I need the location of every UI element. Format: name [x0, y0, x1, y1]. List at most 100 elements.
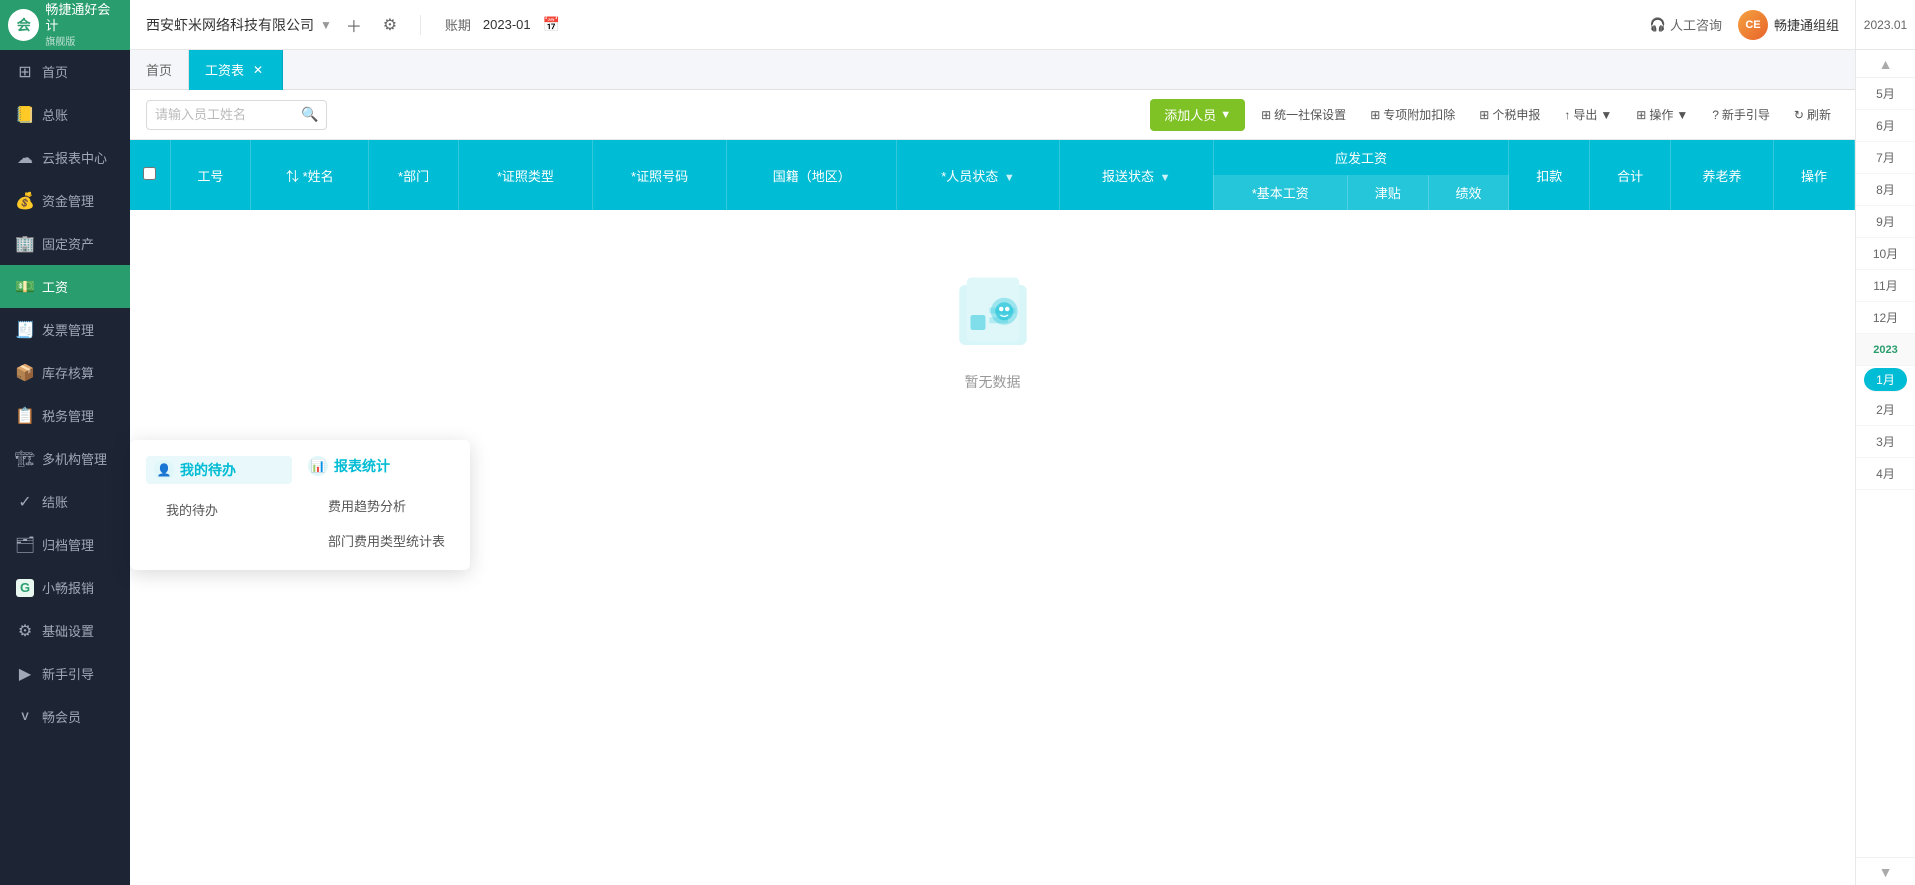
sidebar-item-settlement[interactable]: ✓ 结账	[0, 480, 130, 523]
add-btn-arrow-icon: ▼	[1220, 109, 1231, 121]
sidebar-item-label: 资金管理	[42, 191, 94, 210]
home-icon: ⊞	[16, 63, 34, 81]
operation-button[interactable]: ⊞ 操作 ▼	[1628, 100, 1696, 130]
sidebar-item-fund[interactable]: 💰 资金管理	[0, 179, 130, 222]
logo-text: 畅捷通好会计	[45, 2, 122, 33]
settings-button[interactable]: ⚙	[376, 11, 404, 39]
new-guide-button[interactable]: ? 新手引导	[1704, 100, 1778, 130]
export-button[interactable]: ↑ 导出 ▼	[1556, 100, 1620, 130]
add-employee-button[interactable]: 添加人员 ▼	[1150, 99, 1245, 131]
month-item-oct[interactable]: 10月	[1856, 238, 1915, 270]
sidebar-item-fixed-assets[interactable]: 🏢 固定资产	[0, 222, 130, 265]
sidebar-item-label: 库存核算	[42, 363, 94, 382]
sidebar-item-inventory[interactable]: 📦 库存核算	[0, 351, 130, 394]
avatar: CE	[1738, 10, 1768, 40]
settings-icon: ⚙	[16, 622, 34, 640]
period-calendar-icon[interactable]: 📅	[543, 16, 560, 33]
popup-sections: 👤 我的待办 我的待办 📊 报表统计 费用趋势分析 部门费用类型统计表	[146, 456, 454, 554]
sidebar-item-tax[interactable]: 📋 税务管理	[0, 394, 130, 437]
sidebar-item-home[interactable]: ⊞ 首页	[0, 50, 130, 93]
invoice-icon: 🧾	[16, 321, 34, 339]
social-security-button[interactable]: ⊞ 统一社保设置	[1253, 100, 1354, 130]
tab-salary-table[interactable]: 工资表 ✕	[189, 50, 283, 90]
month-list: 5月 6月 7月 8月 9月 10月 11月 12月 2023 1月 2月 3月…	[1856, 78, 1915, 857]
table-header-cert-type: *证照类型	[458, 140, 592, 210]
sidebar-item-salary[interactable]: 💵 工资	[0, 265, 130, 308]
month-item-sep[interactable]: 9月	[1856, 206, 1915, 238]
month-item-apr[interactable]: 4月	[1856, 458, 1915, 490]
month-item-jun[interactable]: 6月	[1856, 110, 1915, 142]
user-profile[interactable]: CE 畅捷通组组	[1738, 10, 1839, 40]
user-service-label: 人工咨询	[1670, 15, 1722, 34]
refresh-icon: ↻	[1794, 108, 1804, 122]
popup-my-todo[interactable]: 我的待办	[146, 496, 292, 523]
headset-icon: 🎧	[1650, 17, 1666, 33]
todo-icon: 👤	[154, 460, 174, 480]
settlement-icon: ✓	[16, 493, 34, 511]
sidebar-item-member[interactable]: V 畅会员	[0, 695, 130, 738]
employee-search-input[interactable]	[155, 107, 295, 122]
popup-section-report: 📊 报表统计 费用趋势分析 部门费用类型统计表	[308, 456, 454, 554]
table-header-checkbox[interactable]	[130, 140, 170, 210]
add-company-button[interactable]: ＋	[340, 11, 368, 39]
operation-dropdown-icon: ▼	[1676, 108, 1688, 122]
salary-icon: 💵	[16, 278, 34, 296]
sidebar-item-xiao-report[interactable]: G 小畅报销	[0, 566, 130, 609]
export-icon: ↑	[1564, 108, 1570, 122]
xiao-report-icon: G	[16, 579, 34, 597]
month-item-dec[interactable]: 12月	[1856, 302, 1915, 334]
month-item-nov[interactable]: 11月	[1856, 270, 1915, 302]
table-header-action: 操作	[1774, 140, 1855, 210]
right-panel-date: 2023.01	[1864, 18, 1907, 32]
tab-salary-label: 工资表	[205, 60, 244, 79]
sidebar-item-label: 税务管理	[42, 406, 94, 425]
table-header-report-status[interactable]: 报送状态 ▼	[1059, 140, 1213, 210]
right-panel-header: 2023.01	[1856, 0, 1915, 50]
tax-icon: 📋	[16, 407, 34, 425]
popup-section-report-title[interactable]: 📊 报表统计	[308, 456, 454, 480]
user-service-button[interactable]: 🎧 人工咨询	[1650, 15, 1722, 34]
period-value: 2023-01	[483, 17, 531, 32]
sidebar-item-label: 首页	[42, 62, 68, 81]
sidebar-item-ledger[interactable]: 📒 总账	[0, 93, 130, 136]
month-item-may[interactable]: 5月	[1856, 78, 1915, 110]
sidebar-item-archive[interactable]: 🗂 归档管理	[0, 523, 130, 566]
popup-expense-trend[interactable]: 费用趋势分析	[308, 492, 454, 519]
sidebar-item-label: 固定资产	[42, 234, 94, 253]
report-filter-icon: ▼	[1160, 172, 1171, 184]
popup-section-todo-title[interactable]: 👤 我的待办	[146, 456, 292, 484]
month-item-jan[interactable]: 1月	[1864, 368, 1907, 392]
month-nav-down[interactable]: ▼	[1856, 857, 1915, 885]
employee-search-wrap: 🔍	[146, 100, 327, 130]
sidebar-item-label: 云报表中心	[42, 148, 107, 167]
topbar-right: 🎧 人工咨询 CE 畅捷通组组	[1650, 10, 1839, 40]
special-deduction-button[interactable]: ⊞ 专项附加扣除	[1362, 100, 1463, 130]
month-item-feb[interactable]: 2月	[1856, 394, 1915, 426]
sidebar-item-multi-org[interactable]: 🏗 多机构管理	[0, 437, 130, 480]
table-header-pension: 养老养	[1670, 140, 1773, 210]
tab-home[interactable]: 首页	[130, 50, 189, 90]
sidebar-item-cloud-report[interactable]: ☁ 云报表中心	[0, 136, 130, 179]
month-nav-up[interactable]: ▲	[1856, 50, 1915, 78]
popup-dept-expense[interactable]: 部门费用类型统计表	[308, 527, 454, 554]
month-item-aug[interactable]: 8月	[1856, 174, 1915, 206]
sidebar-item-label: 基础设置	[42, 621, 94, 640]
sidebar-item-new-guide[interactable]: ▶ 新手引导	[0, 652, 130, 695]
sidebar-item-invoice[interactable]: 🧾 发票管理	[0, 308, 130, 351]
personal-tax-button[interactable]: ⊞ 个税申报	[1471, 100, 1548, 130]
sidebar-item-label: 结账	[42, 492, 68, 511]
tabbar: 首页 工资表 ✕	[130, 50, 1855, 90]
add-employee-label: 添加人员	[1164, 105, 1216, 124]
select-all-checkbox[interactable]	[143, 167, 156, 180]
tab-close-button[interactable]: ✕	[250, 62, 266, 78]
company-selector[interactable]: 西安虾米网络科技有限公司 ▼	[146, 15, 332, 35]
refresh-button[interactable]: ↻ 刷新	[1786, 100, 1839, 130]
sidebar-item-label: 畅会员	[42, 707, 81, 726]
no-data-area: 暂无数据	[130, 210, 1855, 452]
table-header-deduction: 扣款	[1509, 140, 1590, 210]
cloud-icon: ☁	[16, 149, 34, 167]
month-item-jul[interactable]: 7月	[1856, 142, 1915, 174]
month-item-mar[interactable]: 3月	[1856, 426, 1915, 458]
sidebar-item-basic-settings[interactable]: ⚙ 基础设置	[0, 609, 130, 652]
table-header-status[interactable]: *人员状态 ▼	[897, 140, 1060, 210]
